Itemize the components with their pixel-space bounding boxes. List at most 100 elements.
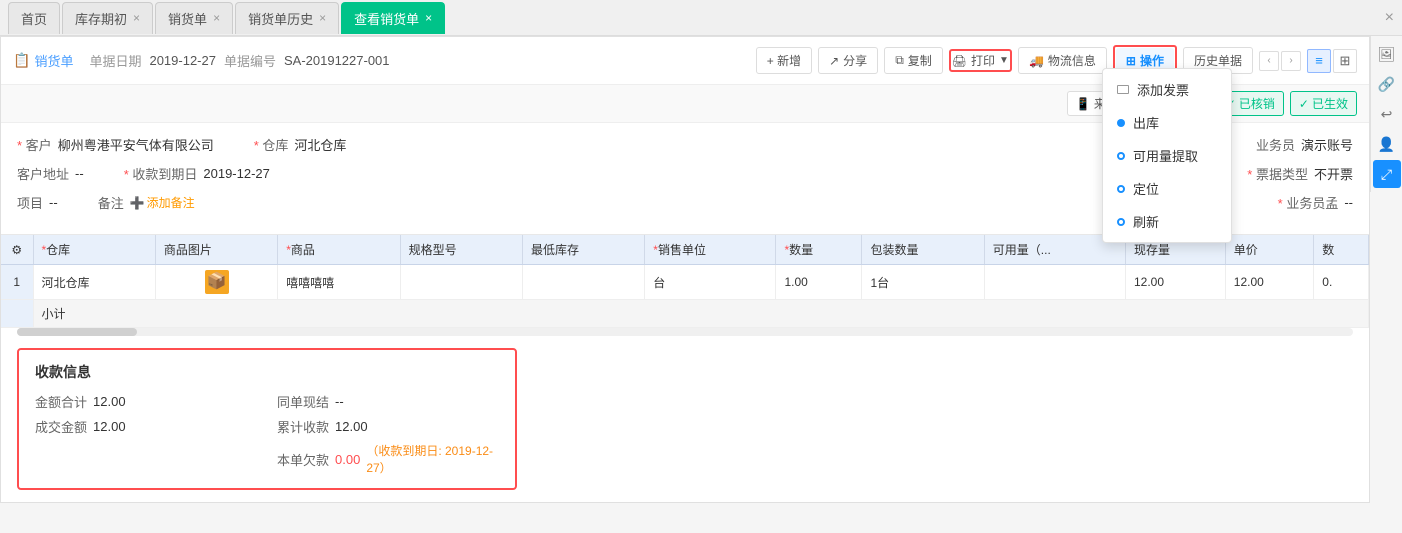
payment-box: 收款信息 金额合计 12.00 同单现结 -- 成交金额 12.00 累计收款 … [17, 348, 517, 490]
product-table: ⚙ *仓库 商品图片 *商品 规格型号 最低库存 *销售单位 *数量 包装数量 … [1, 234, 1369, 328]
close-sales-history[interactable]: × [319, 11, 326, 25]
dropdown-locate[interactable]: 定位 [1103, 172, 1231, 205]
cumulative-value: 12.00 [335, 419, 368, 434]
sidebar-user-icon[interactable]: 👤 [1373, 130, 1401, 158]
address-value: -- [75, 166, 84, 181]
tab-view-sales[interactable]: 查看销货单 × [341, 2, 445, 34]
note-field: 备注 ➕ 添加备注 [98, 193, 195, 212]
add-note-button[interactable]: ➕ 添加备注 [130, 194, 195, 211]
outstanding-row: 本单欠款 0.00 （收款到期日: 2019-12-27） [277, 442, 499, 476]
app-container: 首页 库存期初 × 销货单 × 销货单历史 × 查看销货单 × × 📋 销货单 [0, 0, 1402, 533]
nav-prev[interactable]: ‹ [1259, 51, 1279, 71]
col-min-stock: 最低库存 [522, 235, 644, 265]
effective-button[interactable]: ✓ 已生效 [1290, 91, 1357, 116]
tab-sales-order[interactable]: 销货单 × [155, 2, 233, 34]
print-button[interactable]: 🖨 打印 ▼ [949, 49, 1012, 72]
logistics-button[interactable]: 🚚 物流信息 [1018, 47, 1107, 74]
customer-field: 客户 柳州粤港平安气体有限公司 [17, 135, 214, 154]
sales-staff-value: -- [1344, 195, 1353, 210]
right-sidebar: 🖼 🔗 ↩ 👤 📋 ⤢ [1370, 36, 1402, 192]
project-value: -- [49, 195, 58, 210]
close-inventory-init[interactable]: × [133, 11, 140, 25]
new-button[interactable]: + 新增 [756, 47, 812, 74]
project-field: 项目 -- [17, 193, 58, 212]
tab-sales-history[interactable]: 销货单历史 × [235, 2, 339, 34]
locate-icon [1117, 185, 1125, 193]
refresh-icon [1117, 218, 1125, 226]
sidebar-expand-icon[interactable]: ⤢ [1373, 160, 1401, 188]
dropdown-out-warehouse[interactable]: 出库 [1103, 106, 1231, 139]
tab-inventory-init[interactable]: 库存期初 × [62, 2, 153, 34]
doc-header-right: + 新增 ↗ 分享 ⧉ 复制 🖨 打印 ▼ 🚚 物流信息 [756, 45, 1357, 76]
col-warehouse: *仓库 [33, 235, 155, 265]
row-unit: 台 [645, 265, 776, 300]
available-extract-icon [1117, 152, 1125, 160]
ticket-type-value: 不开票 [1314, 164, 1353, 183]
sales-staff-label: 业务员孟 [1278, 193, 1339, 212]
window-close-button[interactable]: × [1385, 9, 1394, 27]
row-available [984, 265, 1125, 300]
col-image: 商品图片 [155, 235, 277, 265]
ticket-type-field: 票据类型 不开票 [1247, 164, 1353, 183]
note-label: 备注 [98, 193, 124, 212]
project-label: 项目 [17, 193, 43, 212]
view-list-btn[interactable]: ≡ [1307, 49, 1331, 73]
outstanding-spacer [35, 442, 257, 476]
row-min-stock [522, 265, 644, 300]
col-unit-price: 单价 [1225, 235, 1314, 265]
staff-field: 业务员 演示账号 [1256, 135, 1353, 154]
subtotal-label: 小计 [33, 300, 1369, 328]
nav-next[interactable]: › [1281, 51, 1301, 71]
col-product: *商品 [278, 235, 400, 265]
add-invoice-icon [1117, 85, 1129, 94]
number-value: SA-20191227-001 [284, 53, 390, 68]
due-date-field: 收款到期日 2019-12-27 [124, 164, 270, 183]
due-date-value: 2019-12-27 [203, 166, 270, 181]
due-date-label: 收款到期日 [124, 164, 198, 183]
col-quantity: *数量 [776, 235, 862, 265]
date-label: 单据日期 [89, 51, 141, 70]
table-settings-col: ⚙ [1, 235, 33, 265]
row-spec [400, 265, 522, 300]
customer-value: 柳州粤港平安气体有限公司 [58, 135, 214, 154]
view-grid-btn[interactable]: ⊞ [1333, 49, 1357, 73]
copy-button[interactable]: ⧉ 复制 [884, 47, 943, 74]
tab-bar: 首页 库存期初 × 销货单 × 销货单历史 × 查看销货单 × × [0, 0, 1402, 36]
dropdown-refresh[interactable]: 刷新 [1103, 205, 1231, 238]
total-label: 金额合计 [35, 392, 87, 411]
sidebar-refresh-icon[interactable]: ↩ [1373, 100, 1401, 128]
total-value: 12.00 [93, 394, 126, 409]
warehouse-value: 河北仓库 [294, 135, 346, 154]
col-unit: *销售单位 [645, 235, 776, 265]
close-view-sales[interactable]: × [425, 11, 432, 25]
transaction-value: 12.00 [93, 419, 126, 434]
out-warehouse-icon [1117, 119, 1125, 127]
scroll-thumb[interactable] [17, 328, 137, 336]
sidebar-link-icon[interactable]: 🔗 [1373, 70, 1401, 98]
same-order-value: -- [335, 394, 344, 409]
view-toggle: ≡ ⊞ [1307, 49, 1357, 73]
subtotal-empty [1, 300, 33, 328]
share-button[interactable]: ↗ 分享 [818, 47, 878, 74]
col-amount: 数 [1314, 235, 1369, 265]
address-label: 客户地址 [17, 164, 69, 183]
outstanding-label: 本单欠款 [277, 450, 329, 469]
operation-dropdown: 添加发票 出库 可用量提取 定位 刷新 [1102, 68, 1232, 243]
dropdown-add-invoice[interactable]: 添加发票 [1103, 73, 1231, 106]
same-order-label: 同单现结 [277, 392, 329, 411]
horizontal-scrollbar[interactable] [17, 328, 1353, 336]
dropdown-available-extract[interactable]: 可用量提取 [1103, 139, 1231, 172]
row-quantity: 1.00 [776, 265, 862, 300]
payment-title: 收款信息 [35, 362, 499, 382]
close-sales-order[interactable]: × [213, 11, 220, 25]
doc-meta: 单据日期 2019-12-27 单据编号 SA-20191227-001 [89, 51, 389, 70]
sidebar-image-icon[interactable]: 🖼 [1373, 40, 1401, 68]
customer-label: 客户 [17, 135, 52, 154]
tab-home[interactable]: 首页 [8, 2, 60, 34]
nav-arrows: ‹ › [1259, 51, 1301, 71]
row-unit-price: 12.00 [1225, 265, 1314, 300]
doc-title: 销货单 [34, 51, 73, 70]
col-spec: 规格型号 [400, 235, 522, 265]
payment-total-row: 金额合计 12.00 [35, 392, 257, 411]
transaction-label: 成交金额 [35, 417, 87, 436]
